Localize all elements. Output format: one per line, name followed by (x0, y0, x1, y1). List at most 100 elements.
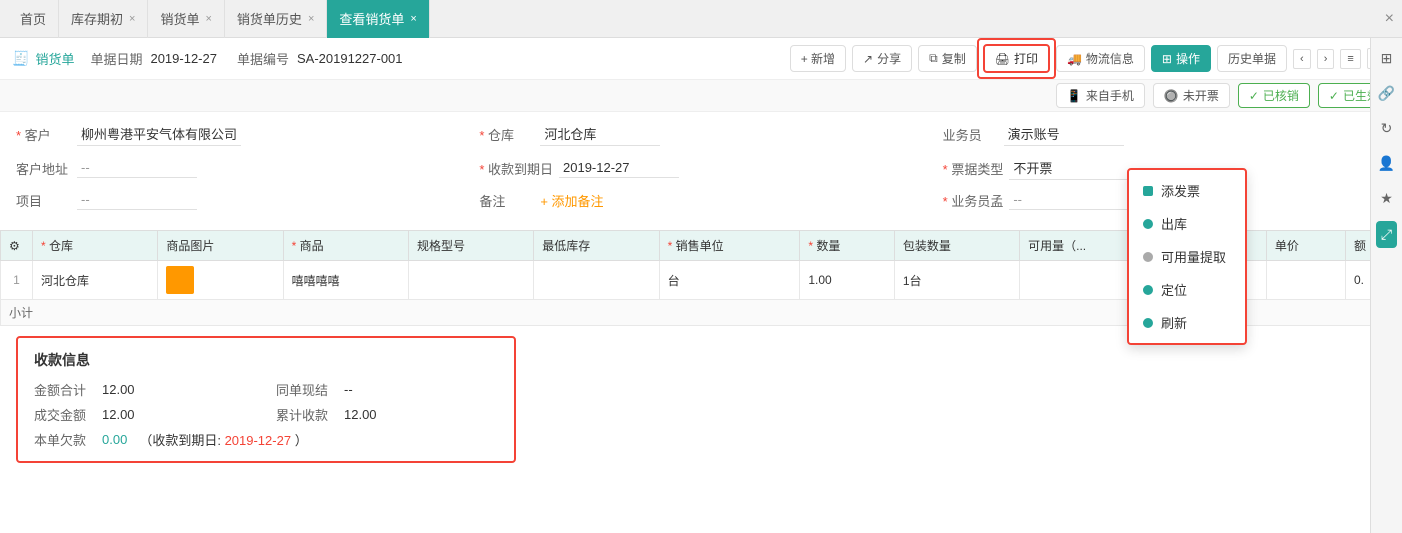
same-order-value: -- (344, 382, 353, 397)
col-settings[interactable]: ⚙ (1, 231, 33, 261)
truck-icon: 🚚 (1067, 52, 1082, 66)
deal-amount-value: 12.00 (102, 407, 135, 422)
locate-item[interactable]: 定位 (1129, 273, 1245, 306)
locate-icon (1143, 285, 1153, 295)
warehouse-field: 仓库 河北仓库 (479, 122, 922, 146)
amount-row: 金额合计 12.00 (34, 380, 256, 399)
address-field: 客户地址 -- (16, 158, 459, 178)
project-value[interactable]: -- (77, 190, 197, 210)
refresh-sidebar-icon[interactable]: ↻ (1377, 116, 1397, 141)
staff-field: 业务员 演示账号 (943, 122, 1386, 146)
right-sidebar: ⊞ 🔗 ↻ 👤 ★ ⤢ (1370, 38, 1402, 533)
effect-icon: ✓ (1329, 89, 1339, 103)
warehouse-value[interactable]: 河北仓库 (540, 122, 660, 146)
print-icon: 🖨 (995, 52, 1010, 66)
doc-header: 🧾 销货单 单据日期 2019-12-27 单据编号 SA-20191227-0… (0, 38, 1402, 80)
close-inventory-tab[interactable]: × (129, 13, 135, 25)
row-sales-unit: 台 (659, 261, 800, 300)
due-date-value: 2019-12-27 (225, 433, 292, 448)
add-invoice-item[interactable]: 添发票 (1129, 174, 1245, 207)
doc-date-value: 2019-12-27 (150, 51, 217, 66)
operation-dropdown: 添发票 出库 可用量提取 定位 刷新 (1127, 168, 1247, 345)
add-note-button[interactable]: + 添加备注 (540, 191, 603, 210)
tab-home[interactable]: 首页 (8, 0, 59, 38)
operation-button[interactable]: ⊞ 操作 (1151, 45, 1211, 72)
not-open-button[interactable]: 🔘 未开票 (1153, 83, 1230, 108)
tab-inventory[interactable]: 库存期初 × (59, 0, 148, 38)
address-value[interactable]: -- (77, 158, 197, 178)
from-phone-button[interactable]: 📱 来自手机 (1056, 83, 1145, 108)
row-quantity: 1.00 (800, 261, 895, 300)
prev-button[interactable]: ‹ (1293, 49, 1311, 69)
row-pack-qty: 1台 (894, 261, 1019, 300)
row-spec (408, 261, 533, 300)
copy-button[interactable]: ⧉ 复制 (918, 45, 977, 72)
staff2-value[interactable]: -- (1009, 190, 1129, 210)
col-product: 商品 (283, 231, 408, 261)
doc-title-text: 销货单 (35, 49, 74, 68)
ticket-type-value[interactable]: 不开票 (1009, 156, 1129, 180)
payment-info-panel: 收款信息 金额合计 12.00 同单现结 -- 成交金额 12.00 累计收款 … (16, 336, 516, 463)
payment-info-grid: 金额合计 12.00 同单现结 -- 成交金额 12.00 累计收款 12.00… (34, 380, 498, 449)
link-sidebar-icon[interactable]: 🔗 (1374, 81, 1399, 106)
main-content: 🧾 销货单 单据日期 2019-12-27 单据编号 SA-20191227-0… (0, 38, 1402, 533)
customer-value[interactable]: 柳州粤港平安气体有限公司 (77, 122, 241, 146)
col-spec: 规格型号 (408, 231, 533, 261)
window-close-button[interactable]: × (1385, 10, 1394, 28)
next-button[interactable]: › (1317, 49, 1335, 69)
add-invoice-icon (1143, 186, 1153, 196)
cumulative-row: 累计收款 12.00 (276, 405, 498, 424)
logistics-button[interactable]: 🚚 物流信息 (1056, 45, 1145, 72)
confirmed-button[interactable]: ✓ 已核销 (1238, 83, 1310, 108)
staff-value: 演示账号 (1004, 122, 1124, 146)
quantity-item[interactable]: 可用量提取 (1129, 240, 1245, 273)
sub-toolbar: 📱 来自手机 🔘 未开票 ✓ 已核销 ✓ 已生效 (0, 80, 1402, 112)
doc-number-field: 单据编号 SA-20191227-001 (237, 49, 403, 68)
customer-field: 客户 柳州粤港平安气体有限公司 (16, 122, 459, 146)
form-row-1: 客户 柳州粤港平安气体有限公司 仓库 河北仓库 业务员 演示账号 (16, 122, 1386, 146)
cumulative-value: 12.00 (344, 407, 377, 422)
ticket-icon: 🔘 (1164, 89, 1179, 103)
warehouse-item[interactable]: 出库 (1129, 207, 1245, 240)
add-button[interactable]: + 新增 (790, 45, 846, 72)
expand-sidebar-icon[interactable]: ⤢ (1376, 221, 1397, 248)
close-sales-history-tab[interactable]: × (308, 13, 314, 25)
project-field: 项目 -- (16, 190, 459, 210)
tab-sales[interactable]: 销货单 × (148, 0, 224, 38)
close-sales-tab[interactable]: × (205, 13, 211, 25)
check-icon: ✓ (1249, 89, 1259, 103)
arrears-value: 0.00 (102, 432, 127, 447)
phone-icon: 📱 (1067, 89, 1082, 103)
refresh-icon (1143, 318, 1153, 328)
refresh-item[interactable]: 刷新 (1129, 306, 1245, 339)
warehouse-icon (1143, 219, 1153, 229)
payment-date-field: 收款到期日 2019-12-27 (479, 158, 922, 178)
print-button[interactable]: 🖨 打印 (983, 44, 1050, 73)
col-image: 商品图片 (158, 231, 283, 261)
share-button[interactable]: ↗ 分享 (852, 45, 912, 72)
tab-view-sales[interactable]: 查看销货单 × (327, 0, 429, 38)
payment-date-value[interactable]: 2019-12-27 (559, 158, 679, 178)
same-order-row: 同单现结 -- (276, 380, 498, 399)
tab-sales-history[interactable]: 销货单历史 × (225, 0, 327, 38)
copy-icon: ⧉ (929, 51, 938, 66)
product-image (166, 266, 194, 294)
grid-icon: ⊞ (1162, 52, 1172, 66)
doc-meta: 单据日期 2019-12-27 单据编号 SA-20191227-001 (90, 49, 402, 68)
star-sidebar-icon[interactable]: ★ (1376, 186, 1397, 211)
col-unit-price: 单价 (1266, 231, 1345, 261)
note-field: 备注 + 添加备注 (479, 191, 922, 210)
payment-info-title: 收款信息 (34, 350, 498, 370)
view-list-button[interactable]: ≡ (1340, 49, 1360, 69)
user-sidebar-icon[interactable]: 👤 (1374, 151, 1399, 176)
amount-value: 12.00 (102, 382, 135, 397)
arrears-row: 本单欠款 0.00 （收款到期日: 2019-12-27 ） (34, 430, 498, 449)
history-button[interactable]: 历史单据 (1217, 45, 1287, 72)
row-product: 嘻嘻嘻嘻 (283, 261, 408, 300)
col-quantity: 数量 (800, 231, 895, 261)
grid-sidebar-icon[interactable]: ⊞ (1377, 46, 1397, 71)
doc-number-value: SA-20191227-001 (297, 51, 403, 66)
quantity-icon (1143, 252, 1153, 262)
close-view-sales-tab[interactable]: × (410, 13, 416, 25)
col-min-stock: 最低库存 (534, 231, 659, 261)
